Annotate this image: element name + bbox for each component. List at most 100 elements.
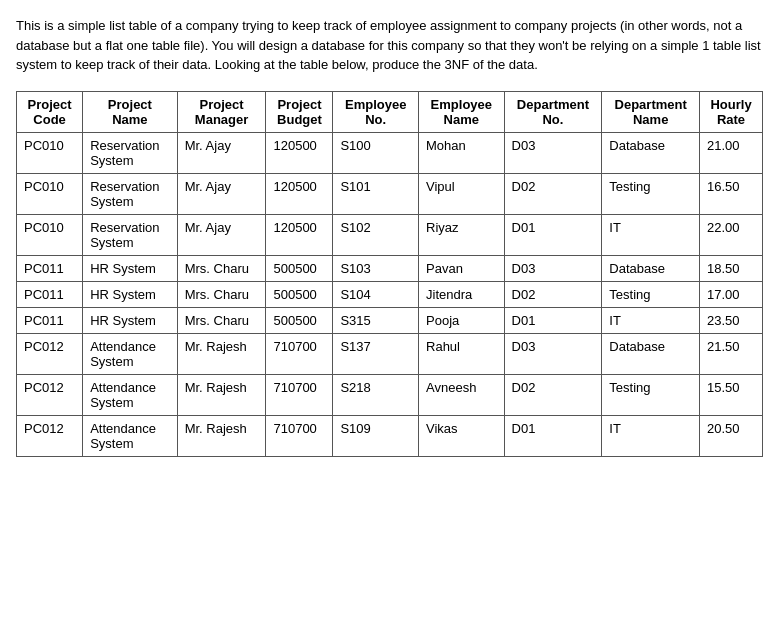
table-cell: Mohan <box>419 132 505 173</box>
table-cell: 21.50 <box>700 333 763 374</box>
col-header-employee-name: EmployeeName <box>419 91 505 132</box>
table-cell: 500500 <box>266 281 333 307</box>
col-header-project-manager: ProjectManager <box>177 91 266 132</box>
table-cell: S315 <box>333 307 419 333</box>
table-cell: HR System <box>83 307 178 333</box>
table-cell: D01 <box>504 214 602 255</box>
table-cell: Avneesh <box>419 374 505 415</box>
table-cell: Testing <box>602 173 700 214</box>
table-header-row: ProjectCode ProjectName ProjectManager P… <box>17 91 763 132</box>
table-cell: 120500 <box>266 173 333 214</box>
table-cell: PC012 <box>17 333 83 374</box>
table-cell: Database <box>602 255 700 281</box>
table-cell: Jitendra <box>419 281 505 307</box>
table-row: PC010ReservationSystemMr. Ajay120500S102… <box>17 214 763 255</box>
table-cell: 20.50 <box>700 415 763 456</box>
table-cell: 22.00 <box>700 214 763 255</box>
table-cell: PC010 <box>17 214 83 255</box>
table-cell: 500500 <box>266 307 333 333</box>
table-cell: Mr. Ajay <box>177 173 266 214</box>
table-cell: PC011 <box>17 307 83 333</box>
table-cell: D03 <box>504 333 602 374</box>
table-row: PC012AttendanceSystemMr. Rajesh710700S10… <box>17 415 763 456</box>
table-cell: S101 <box>333 173 419 214</box>
table-cell: D01 <box>504 415 602 456</box>
table-cell: Mrs. Charu <box>177 307 266 333</box>
table-cell: Vipul <box>419 173 505 214</box>
table-cell: PC011 <box>17 255 83 281</box>
table-cell: 120500 <box>266 214 333 255</box>
table-cell: ReservationSystem <box>83 214 178 255</box>
table-cell: S100 <box>333 132 419 173</box>
table-cell: AttendanceSystem <box>83 333 178 374</box>
table-cell: Testing <box>602 281 700 307</box>
table-cell: Mr. Rajesh <box>177 374 266 415</box>
table-cell: Mrs. Charu <box>177 255 266 281</box>
table-cell: Database <box>602 333 700 374</box>
table-cell: Mr. Ajay <box>177 214 266 255</box>
col-header-project-name: ProjectName <box>83 91 178 132</box>
table-cell: Testing <box>602 374 700 415</box>
table-cell: S104 <box>333 281 419 307</box>
col-header-project-budget: ProjectBudget <box>266 91 333 132</box>
table-cell: S218 <box>333 374 419 415</box>
table-cell: 710700 <box>266 374 333 415</box>
table-cell: AttendanceSystem <box>83 415 178 456</box>
table-cell: Mr. Ajay <box>177 132 266 173</box>
table-cell: 15.50 <box>700 374 763 415</box>
table-cell: S102 <box>333 214 419 255</box>
table-cell: 710700 <box>266 415 333 456</box>
table-cell: 16.50 <box>700 173 763 214</box>
table-cell: 17.00 <box>700 281 763 307</box>
table-row: PC011HR SystemMrs. Charu500500S315PoojaD… <box>17 307 763 333</box>
table-cell: Pavan <box>419 255 505 281</box>
table-cell: Mr. Rajesh <box>177 333 266 374</box>
table-cell: IT <box>602 415 700 456</box>
table-cell: ReservationSystem <box>83 132 178 173</box>
table-cell: 23.50 <box>700 307 763 333</box>
table-cell: ReservationSystem <box>83 173 178 214</box>
table-row: PC011HR SystemMrs. Charu500500S104Jitend… <box>17 281 763 307</box>
table-cell: AttendanceSystem <box>83 374 178 415</box>
col-header-employee-no: EmployeeNo. <box>333 91 419 132</box>
table-cell: 710700 <box>266 333 333 374</box>
table-cell: Mrs. Charu <box>177 281 266 307</box>
table-cell: Riyaz <box>419 214 505 255</box>
table-row: PC010ReservationSystemMr. Ajay120500S100… <box>17 132 763 173</box>
table-cell: 21.00 <box>700 132 763 173</box>
table-cell: PC012 <box>17 415 83 456</box>
table-cell: PC010 <box>17 173 83 214</box>
table-cell: PC010 <box>17 132 83 173</box>
table-cell: 500500 <box>266 255 333 281</box>
table-cell: S103 <box>333 255 419 281</box>
table-cell: S109 <box>333 415 419 456</box>
table-cell: 120500 <box>266 132 333 173</box>
table-cell: Rahul <box>419 333 505 374</box>
table-cell: IT <box>602 214 700 255</box>
table-row: PC011HR SystemMrs. Charu500500S103PavanD… <box>17 255 763 281</box>
col-header-project-code: ProjectCode <box>17 91 83 132</box>
col-header-hourly-rate: HourlyRate <box>700 91 763 132</box>
table-cell: HR System <box>83 255 178 281</box>
table-cell: D03 <box>504 132 602 173</box>
table-cell: D03 <box>504 255 602 281</box>
table-row: PC012AttendanceSystemMr. Rajesh710700S13… <box>17 333 763 374</box>
table-cell: D02 <box>504 281 602 307</box>
table-cell: D02 <box>504 173 602 214</box>
table-cell: D01 <box>504 307 602 333</box>
table-row: PC010ReservationSystemMr. Ajay120500S101… <box>17 173 763 214</box>
table-cell: HR System <box>83 281 178 307</box>
table-cell: Pooja <box>419 307 505 333</box>
col-header-department-name: DepartmentName <box>602 91 700 132</box>
table-cell: D02 <box>504 374 602 415</box>
table-cell: PC011 <box>17 281 83 307</box>
table-cell: 18.50 <box>700 255 763 281</box>
table-cell: PC012 <box>17 374 83 415</box>
table-cell: Vikas <box>419 415 505 456</box>
table-cell: S137 <box>333 333 419 374</box>
description-text: This is a simple list table of a company… <box>16 16 763 75</box>
table-cell: Mr. Rajesh <box>177 415 266 456</box>
table-cell: IT <box>602 307 700 333</box>
data-table: ProjectCode ProjectName ProjectManager P… <box>16 91 763 457</box>
col-header-department-no: DepartmentNo. <box>504 91 602 132</box>
